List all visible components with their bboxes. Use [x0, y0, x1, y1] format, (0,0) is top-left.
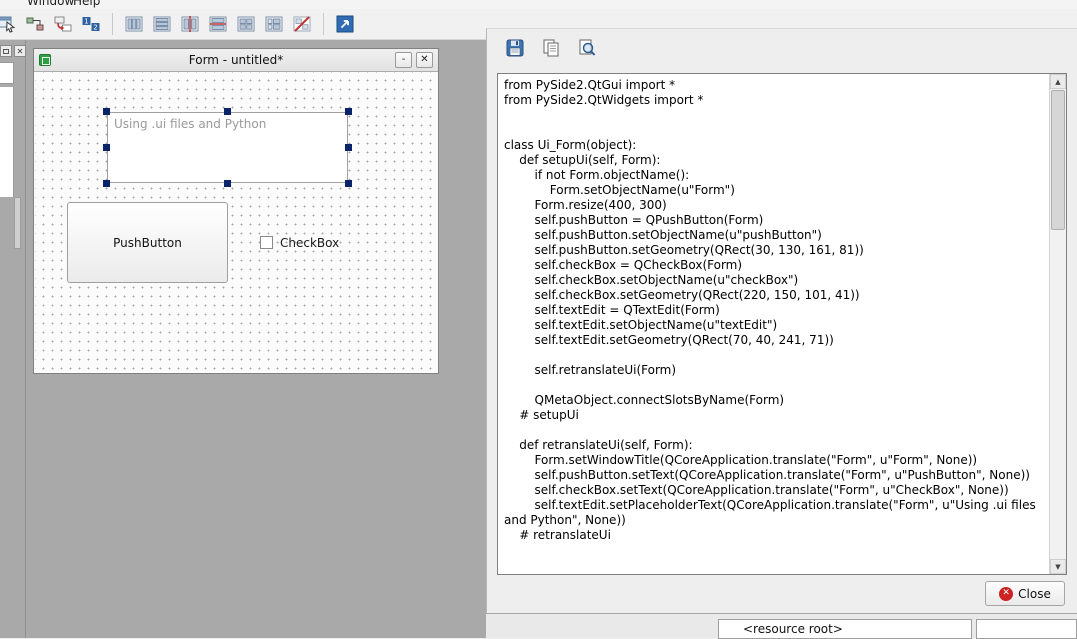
dock-float-button[interactable]	[0, 45, 12, 57]
dock-divider[interactable]	[25, 40, 26, 638]
svg-text:2: 2	[93, 24, 97, 32]
layout-vertical-button[interactable]	[148, 11, 176, 37]
layout-vertical-icon	[152, 14, 172, 34]
selection-handle[interactable]	[103, 144, 110, 151]
form-window-title: Form - untitled*	[34, 53, 438, 67]
close-x-icon: ✕	[999, 587, 1013, 601]
edit-widgets-icon	[0, 14, 17, 34]
adjust-size-icon	[335, 14, 355, 34]
layout-grid-icon	[236, 14, 256, 34]
generated-code-text[interactable]: from PySide2.QtGui import * from PySide2…	[498, 74, 1049, 574]
checkbox-widget[interactable]: CheckBox	[257, 222, 358, 263]
pushbutton-widget[interactable]: PushButton	[67, 202, 228, 283]
left-dock-titlebar: ✕	[0, 45, 26, 60]
layout-form-icon	[264, 14, 284, 34]
textedit-widget[interactable]: Using .ui files and Python	[107, 112, 348, 183]
menu-window[interactable]: Window	[27, 0, 74, 8]
copy-button[interactable]	[537, 34, 565, 62]
adjust-size-button[interactable]	[331, 11, 359, 37]
selection-handle[interactable]	[103, 180, 110, 187]
save-icon	[504, 37, 526, 59]
checkbox-indicator[interactable]	[260, 236, 273, 249]
code-view[interactable]: from PySide2.QtGui import * from PySide2…	[497, 73, 1067, 575]
dock-scrollbar-thumb[interactable]	[14, 197, 21, 249]
layout-horizontal-splitter-button[interactable]	[176, 11, 204, 37]
scroll-down-button[interactable]: ▼	[1050, 559, 1066, 574]
save-button[interactable]	[501, 34, 529, 62]
resource-root-item[interactable]: <resource root>	[743, 622, 843, 636]
layout-form-button[interactable]	[260, 11, 288, 37]
layout-grid-button[interactable]	[232, 11, 260, 37]
find-icon	[576, 37, 598, 59]
form-minimize-button[interactable]: -	[395, 52, 412, 68]
widgetbox-filter-input[interactable]	[0, 62, 14, 84]
toolbar-separator	[323, 13, 324, 35]
widgetbox-list[interactable]	[0, 87, 14, 197]
svg-text:1: 1	[84, 18, 88, 26]
edit-buddies-icon	[53, 14, 73, 34]
toolbar-separator	[112, 13, 113, 35]
layout-vertical-splitter-button[interactable]	[204, 11, 232, 37]
textedit-placeholder: Using .ui files and Python	[114, 117, 266, 131]
menu-help[interactable]: Help	[73, 0, 100, 8]
layout-horizontal-icon	[124, 14, 144, 34]
break-layout-icon	[292, 14, 312, 34]
checkbox-label: CheckBox	[280, 236, 339, 250]
selection-handle[interactable]	[345, 180, 352, 187]
form-window: Form - untitled* - ✕ Using .ui files and…	[33, 48, 439, 374]
edit-widgets-button[interactable]	[0, 11, 21, 37]
layout-vertical-splitter-icon	[208, 14, 228, 34]
close-button-label: Close	[1018, 587, 1051, 601]
selection-handle[interactable]	[345, 108, 352, 115]
resource-preview[interactable]	[976, 619, 1077, 639]
form-close-button[interactable]: ✕	[416, 52, 433, 68]
close-button[interactable]: ✕ Close	[985, 581, 1065, 606]
resource-dock: <resource root>	[486, 614, 1077, 638]
edit-buddies-button[interactable]	[49, 11, 77, 37]
menubar: Window Help	[0, 0, 1077, 9]
float-icon	[3, 49, 9, 54]
selection-handle[interactable]	[224, 108, 231, 115]
scroll-up-button[interactable]: ▲	[1050, 74, 1066, 89]
dialog-toolbar	[501, 34, 601, 62]
resource-tree[interactable]: <resource root>	[718, 619, 972, 639]
selection-handle[interactable]	[103, 108, 110, 115]
code-scrollbar[interactable]: ▲ ▼	[1049, 74, 1066, 574]
layout-horizontal-button[interactable]	[120, 11, 148, 37]
edit-tab-order-button[interactable]: 1 2	[77, 11, 105, 37]
find-button[interactable]	[573, 34, 601, 62]
copy-icon	[540, 37, 562, 59]
selection-handle[interactable]	[224, 180, 231, 187]
code-preview-dialog: from PySide2.QtGui import * from PySide2…	[486, 28, 1077, 614]
scrollbar-thumb[interactable]	[1051, 90, 1065, 230]
edit-tab-order-icon: 1 2	[81, 14, 101, 34]
dock-close-button[interactable]: ✕	[14, 45, 26, 57]
edit-signals-slots-button[interactable]	[21, 11, 49, 37]
layout-horizontal-splitter-icon	[180, 14, 200, 34]
break-layout-button[interactable]	[288, 11, 316, 37]
form-window-titlebar[interactable]: Form - untitled* - ✕	[34, 49, 438, 72]
form-canvas[interactable]: Using .ui files and Python PushButton Ch…	[35, 72, 437, 372]
edit-signals-slots-icon	[25, 14, 45, 34]
selection-handle[interactable]	[345, 144, 352, 151]
